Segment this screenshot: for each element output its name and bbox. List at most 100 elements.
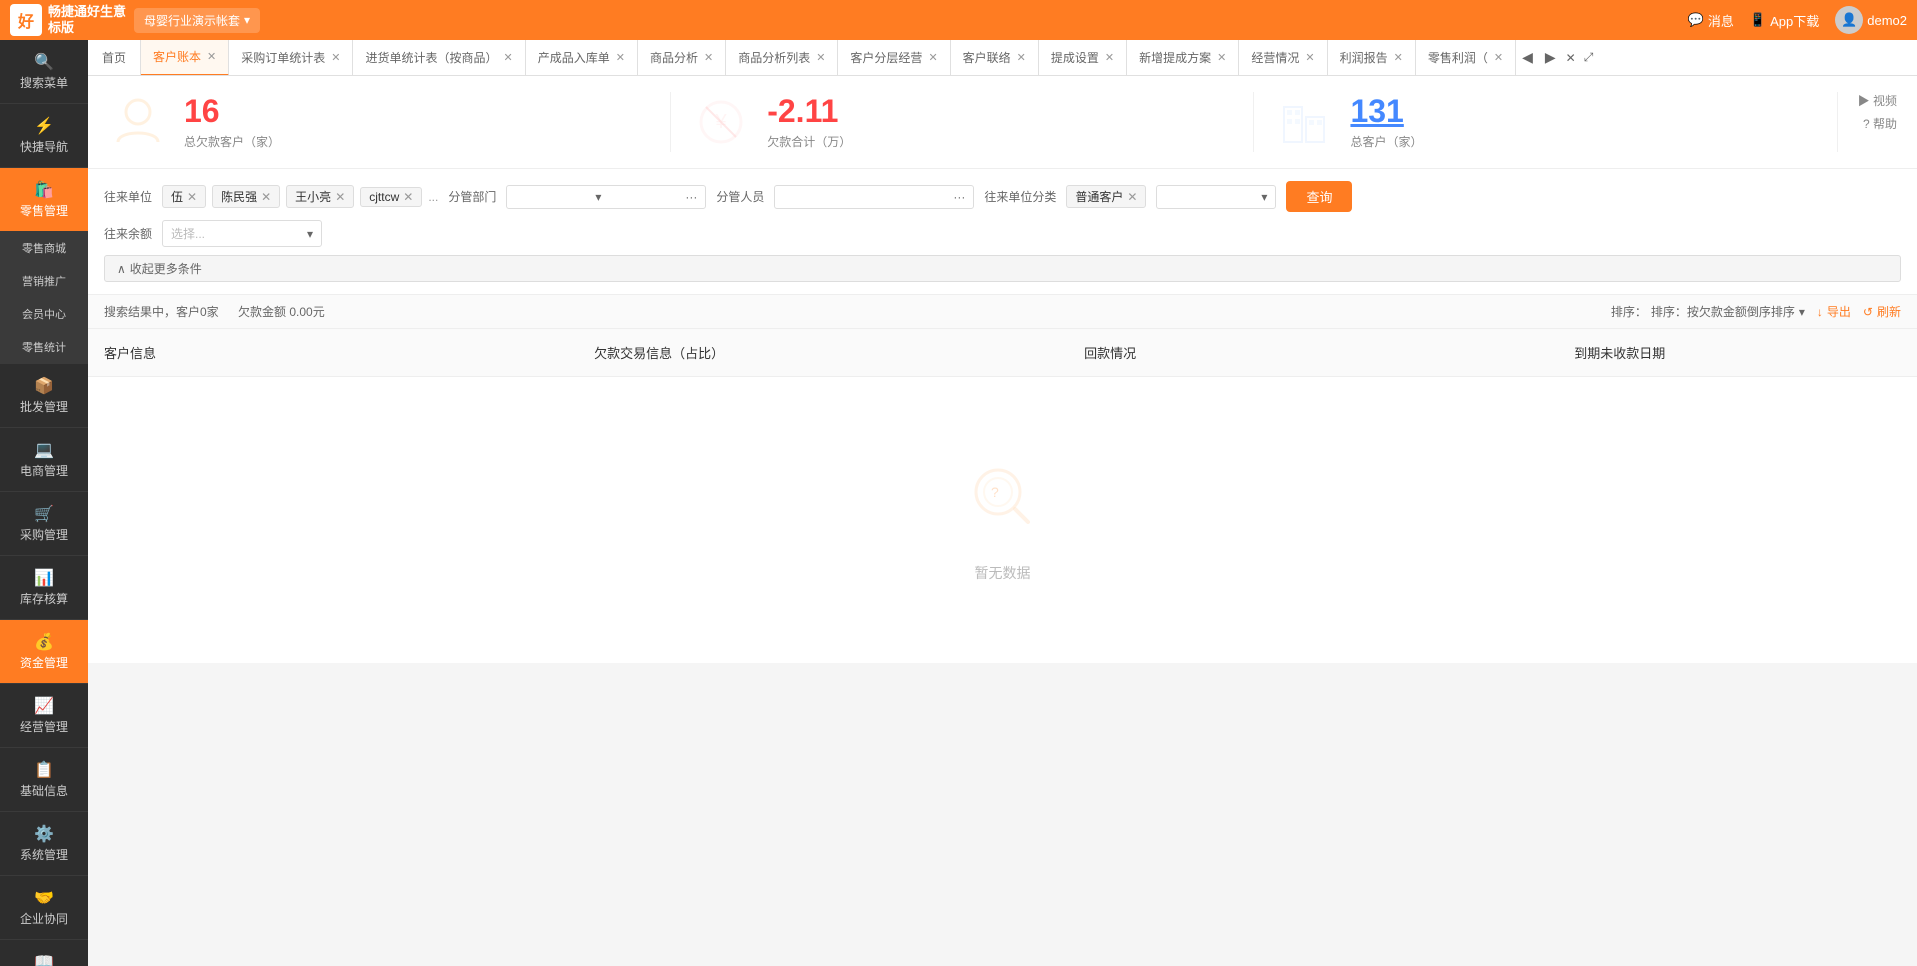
overdue-total-value: -2.11 [767, 94, 851, 129]
sidebar-item-quick-nav[interactable]: ⚡ 快捷导航 [0, 104, 88, 168]
empty-icon: ? [963, 457, 1043, 551]
tab-close-goods-stats[interactable]: ✕ [504, 51, 513, 64]
remaining-arrow: ▾ [307, 227, 313, 241]
dept-dropdown-arrow: ▾ [595, 190, 601, 204]
tab-customer-contact[interactable]: 客户联络 ✕ [951, 40, 1039, 76]
tab-close-retail-profit[interactable]: ✕ [1494, 51, 1503, 64]
sidebar-item-biz-mgmt[interactable]: 📈 经营管理 [0, 684, 88, 748]
remaining-select[interactable]: 选择... ▾ [162, 220, 322, 247]
search-icon: 🔍 [0, 52, 88, 72]
tab-next-button[interactable]: ▶ [1539, 49, 1562, 66]
tab-customer-tier[interactable]: 客户分层经营 ✕ [838, 40, 950, 76]
person-label: 分管人员 [716, 188, 764, 205]
results-bar: 搜索结果中，客户0家 欠款金额 0.00元 排序： 排序：按欠款金额倒序排序 ▾… [88, 295, 1917, 329]
tab-close-goods-analysis[interactable]: ✕ [704, 51, 713, 64]
biz-mgmt-icon: 📈 [0, 696, 88, 716]
sidebar-item-capital[interactable]: 💰 资金管理 [0, 620, 88, 684]
export-button[interactable]: ↓ 导出 [1817, 303, 1851, 320]
refresh-icon: ↺ [1863, 305, 1873, 319]
video-button[interactable]: ▶ 视频 [1858, 92, 1897, 109]
tab-close-accounts[interactable]: ✕ [207, 50, 216, 63]
tab-close-customer-contact[interactable]: ✕ [1017, 51, 1026, 64]
remove-tag-normal-customer[interactable]: ✕ [1127, 190, 1137, 204]
debt-icon: ¥ [691, 92, 751, 152]
sidebar-item-sys-mgmt[interactable]: ⚙️ 系统管理 [0, 812, 88, 876]
remove-tag-cjttcw[interactable]: ✕ [403, 190, 413, 204]
tab-retail-profit[interactable]: 零售利润（ ✕ [1416, 40, 1516, 76]
app-title: 畅捷通好生意 标版 [48, 4, 126, 35]
col-payment-status: 回款情况 [1084, 339, 1574, 366]
collapse-button[interactable]: ∧ 收起更多条件 [104, 255, 1901, 282]
person-more-icon[interactable]: ··· [953, 190, 965, 204]
tab-close-purchase-order[interactable]: ✕ [331, 51, 340, 64]
tab-raise-settings[interactable]: 提成设置 ✕ [1039, 40, 1127, 76]
total-clients-label: 总客户（家） [1350, 133, 1422, 150]
tab-close-cost-in[interactable]: ✕ [616, 51, 625, 64]
refresh-button[interactable]: ↺ 刷新 [1863, 303, 1901, 320]
help-button[interactable]: ? 帮助 [1863, 115, 1897, 132]
tab-biz-status[interactable]: 经营情况 ✕ [1239, 40, 1327, 76]
wholesale-icon: 📦 [0, 376, 88, 396]
tab-add-plan[interactable]: 新增提成方案 ✕ [1127, 40, 1239, 76]
dept-label: 分管部门 [448, 188, 496, 205]
company-selector[interactable]: 母婴行业演示帐套 ▾ [134, 8, 260, 33]
remove-tag-wang[interactable]: ✕ [335, 190, 345, 204]
sidebar-item-search[interactable]: 🔍 搜索菜单 [0, 40, 88, 104]
filter-tags-unit: 伍 ✕ 陈民强 ✕ 王小亮 ✕ [162, 185, 438, 208]
sidebar-item-marketing[interactable]: 营销推广 [0, 265, 88, 298]
sort-select[interactable]: 排序： 排序：按欠款金额倒序排序 ▾ [1611, 303, 1805, 320]
export-icon: ↓ [1817, 305, 1823, 319]
total-clients-value[interactable]: 131 [1350, 94, 1422, 129]
tab-prev-button[interactable]: ◀ [1516, 49, 1539, 66]
filter-tag-wu: 伍 ✕ [162, 185, 206, 208]
tab-purchase-order[interactable]: 采购订单统计表 ✕ [229, 40, 353, 76]
sidebar-item-basic-info[interactable]: 📋 基础信息 [0, 748, 88, 812]
tab-close-customer-tier[interactable]: ✕ [928, 51, 937, 64]
tab-close-profit-report[interactable]: ✕ [1394, 51, 1403, 64]
tab-close-raise-settings[interactable]: ✕ [1105, 51, 1114, 64]
app-download-button[interactable]: 📱 App下载 [1750, 11, 1819, 30]
remaining-label: 往来余额 [104, 225, 152, 242]
dept-select[interactable]: ▾ ··· [506, 185, 706, 209]
tab-close-all-button[interactable]: ✕ [1562, 51, 1580, 65]
stat-card-total-clients: 131 总客户（家） [1274, 92, 1837, 152]
tab-close-goods-analysis-list[interactable]: ✕ [816, 51, 825, 64]
total-overdue-clients-value: 16 [184, 94, 280, 129]
tab-close-biz-status[interactable]: ✕ [1305, 51, 1314, 64]
tab-close-add-plan[interactable]: ✕ [1217, 51, 1226, 64]
unit-type-select[interactable]: ▾ [1156, 185, 1276, 209]
person-select[interactable]: ··· [774, 185, 974, 209]
sidebar-item-retail-mall[interactable]: 零售商城 [0, 232, 88, 265]
sidebar-item-member[interactable]: 会员中心 [0, 298, 88, 331]
tab-accounts[interactable]: 客户账本 ✕ [141, 40, 229, 76]
sidebar-item-retail[interactable]: 🛍️ 零售管理 [0, 168, 88, 232]
stat-actions: ▶ 视频 ? 帮助 [1858, 92, 1897, 152]
sidebar-item-inventory[interactable]: 📊 库存核算 [0, 556, 88, 620]
collapse-arrow-icon: ∧ [117, 262, 126, 276]
tab-cost-in[interactable]: 产成品入库单 ✕ [526, 40, 638, 76]
sidebar-item-enterprise[interactable]: 🤝 企业协同 [0, 876, 88, 940]
tab-goods-analysis[interactable]: 商品分析 ✕ [638, 40, 726, 76]
tab-goods-analysis-list[interactable]: 商品分析列表 ✕ [726, 40, 838, 76]
user-menu[interactable]: 👤 demo2 [1835, 6, 1907, 34]
inventory-icon: 📊 [0, 568, 88, 588]
results-summary: 搜索结果中，客户0家 欠款金额 0.00元 [104, 303, 325, 320]
empty-label: 暂无数据 [975, 563, 1031, 583]
sidebar-item-ecommerce[interactable]: 💻 电商管理 [0, 428, 88, 492]
sys-mgmt-icon: ⚙️ [0, 824, 88, 844]
tab-home[interactable]: 首页 [88, 40, 141, 76]
query-button[interactable]: 查询 [1286, 181, 1352, 212]
remove-tag-chen[interactable]: ✕ [261, 190, 271, 204]
tab-profit-report[interactable]: 利润报告 ✕ [1328, 40, 1416, 76]
tab-maximize-button[interactable]: ⤢ [1580, 50, 1598, 65]
message-button[interactable]: 💬 消息 [1688, 11, 1734, 30]
sidebar-item-new-guide[interactable]: 📖 新手引导 [0, 940, 88, 966]
remove-tag-wu[interactable]: ✕ [187, 190, 197, 204]
sidebar-item-purchase[interactable]: 🛒 采购管理 [0, 492, 88, 556]
sidebar-item-retail-stats[interactable]: 零售统计 [0, 331, 88, 364]
filter-tag-wang: 王小亮 ✕ [286, 185, 354, 208]
dept-more-icon[interactable]: ··· [685, 190, 697, 204]
filter-more-button[interactable]: ... [428, 190, 438, 204]
tab-goods-stats[interactable]: 进货单统计表（按商品） ✕ [353, 40, 525, 76]
sidebar-item-wholesale[interactable]: 📦 批发管理 [0, 364, 88, 428]
